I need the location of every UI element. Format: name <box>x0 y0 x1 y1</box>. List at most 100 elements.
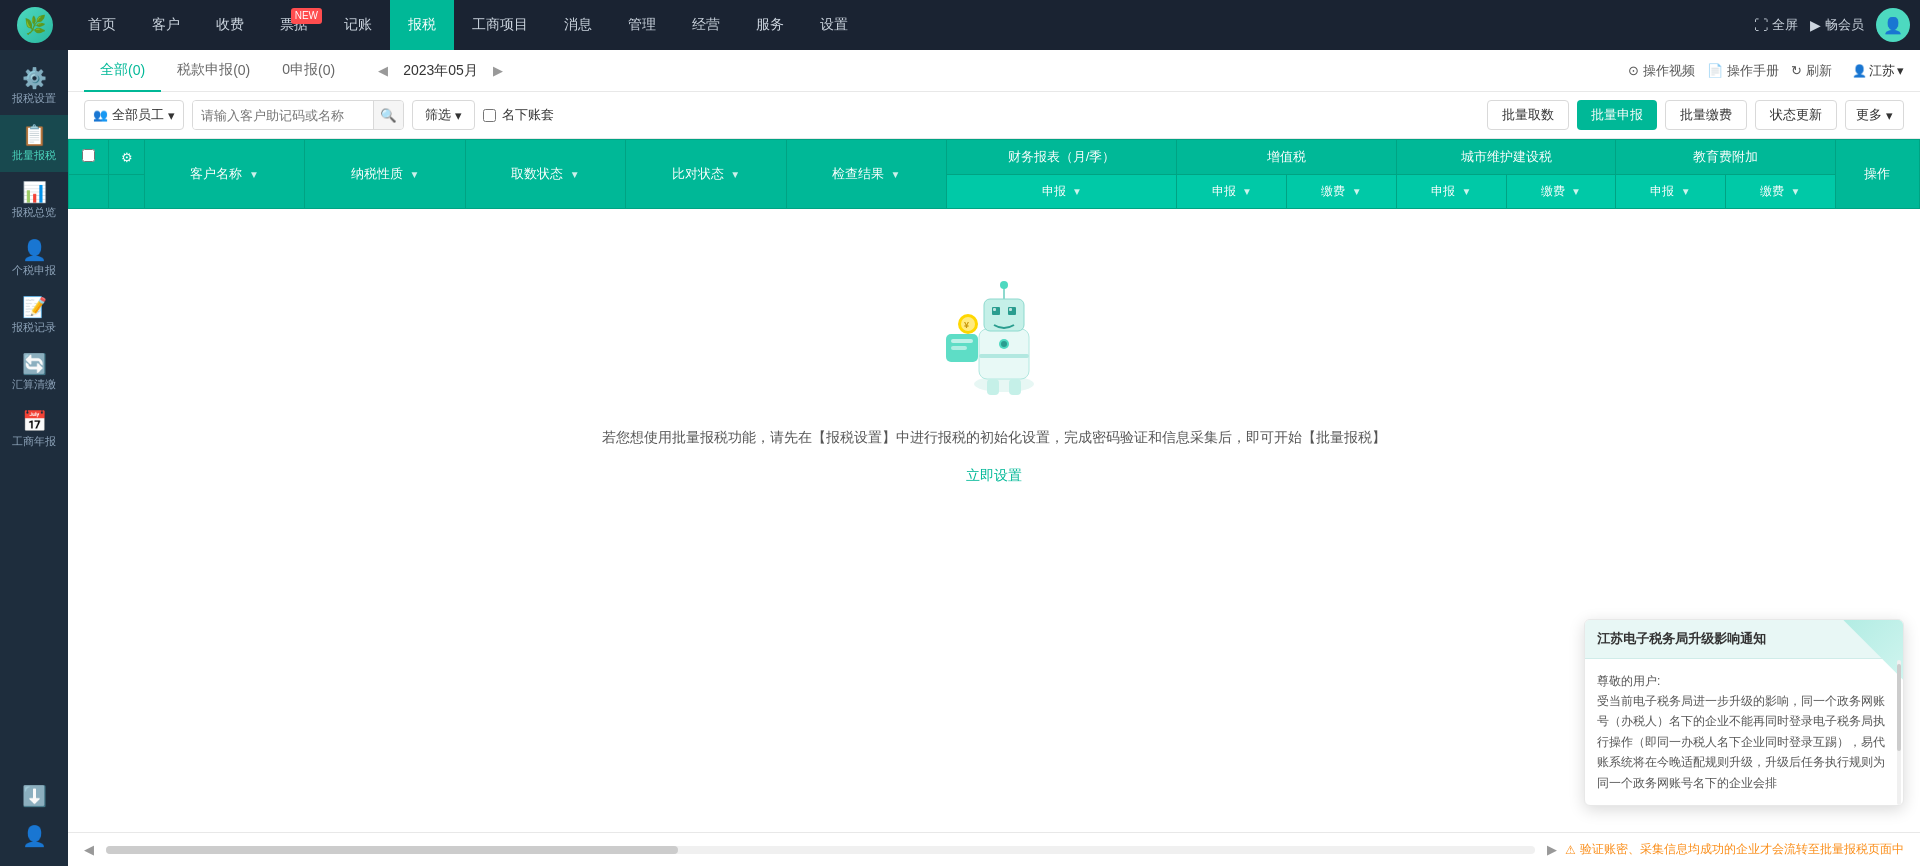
fullscreen-btn[interactable]: ⛶ 全屏 <box>1754 16 1798 34</box>
svg-rect-12 <box>1008 307 1016 315</box>
notif-scroll-thumb <box>1897 664 1901 751</box>
tab-zero-declaration[interactable]: 0申报(0) <box>266 50 351 92</box>
accounts-checkbox[interactable] <box>483 109 496 122</box>
setup-link[interactable]: 立即设置 <box>966 467 1022 485</box>
sidebar-item-user[interactable]: 👤 <box>0 816 68 856</box>
empty-state: ¥ <box>69 209 1920 545</box>
toolbar: 👥 全部员工 ▾ 🔍 筛选 ▾ 名下账套 批量取数 批量申报 批量缴费 状态更新 <box>68 92 1920 139</box>
chevron-down-icon: ▾ <box>1897 63 1904 78</box>
nav-operations[interactable]: 经营 <box>674 0 738 50</box>
svg-point-16 <box>1000 281 1008 289</box>
tabs-bar: 全部(0) 税款申报(0) 0申报(0) ◀ 2023年05月 ▶ ⊙ 操作视频… <box>68 50 1920 92</box>
operation-video-link[interactable]: ⊙ 操作视频 <box>1628 62 1695 80</box>
sidebar-bottom: ⬇️ 👤 <box>0 776 68 866</box>
th-vat-declare: 申报 ▼ <box>1177 175 1287 209</box>
svg-rect-19 <box>979 354 1029 358</box>
user-avatar[interactable]: 👤 <box>1876 8 1910 42</box>
sidebar: ⚙️ 报税设置 📋 批量报税 📊 报税总览 👤 个税申报 📝 报税记录 🔄 汇算… <box>0 50 68 866</box>
notification-panel: 江苏电子税务局升级影响通知 ✕ 尊敬的用户: 受当前电子税务局进一步升级的影响，… <box>1584 619 1904 806</box>
svg-rect-9 <box>984 299 1024 331</box>
th-city-tax: 城市维护建设税 <box>1396 140 1615 175</box>
sidebar-item-tax-overview[interactable]: 📊 报税总览 <box>0 172 68 229</box>
refresh-btn[interactable]: ↻ 刷新 <box>1791 62 1832 80</box>
annual-report-icon: 📅 <box>22 411 47 431</box>
notification-body: 尊敬的用户: 受当前电子税务局进一步升级的影响，同一个政务网账号（办税人）名下的… <box>1585 659 1903 805</box>
th-financial-report: 财务报表（月/季） <box>946 140 1176 175</box>
filter-chevron-icon: ▾ <box>455 108 462 123</box>
play-icon: ▶ <box>1810 17 1821 33</box>
checkbox-accounts[interactable]: 名下账套 <box>483 106 554 124</box>
data-table: ⚙ 客户名称 ▼ 纳税性质 ▼ 取数状态 ▼ 比对状态 ▼ 检查结果 ▼ 财务报… <box>68 139 1920 545</box>
next-month-btn[interactable]: ▶ <box>486 59 510 83</box>
settings-icon[interactable]: ⚙ <box>121 150 133 165</box>
app-logo[interactable]: 🌿 <box>10 7 60 43</box>
svg-rect-17 <box>987 379 999 395</box>
th-compare-status: 比对状态 ▼ <box>626 140 786 209</box>
personal-tax-icon: 👤 <box>22 240 47 260</box>
svg-rect-2 <box>951 339 973 343</box>
notification-scrollbar <box>1897 660 1901 805</box>
logo-icon: 🌿 <box>17 7 53 43</box>
nav-management[interactable]: 管理 <box>610 0 674 50</box>
scroll-left-btn[interactable]: ◀ <box>84 842 94 857</box>
member-btn[interactable]: ▶ 畅会员 <box>1810 16 1864 34</box>
th-operations: 操作 <box>1835 140 1919 209</box>
empty-message: 若您想使用批量报税功能，请先在【报税设置】中进行报税的初始化设置，完成密码验证和… <box>602 429 1386 447</box>
sidebar-item-settlement[interactable]: 🔄 汇算清缴 <box>0 344 68 401</box>
nav-service[interactable]: 服务 <box>738 0 802 50</box>
tab-all[interactable]: 全部(0) <box>84 50 161 92</box>
region-label: 江苏 <box>1869 62 1895 80</box>
nav-customer[interactable]: 客户 <box>134 0 198 50</box>
sidebar-item-batch-tax[interactable]: 📋 批量报税 <box>0 115 68 172</box>
nav-home[interactable]: 首页 <box>70 0 134 50</box>
nav-billing[interactable]: 收费 <box>198 0 262 50</box>
nav-accounting[interactable]: 记账 <box>326 0 390 50</box>
batch-fetch-button[interactable]: 批量取数 <box>1487 100 1569 130</box>
toolbar-right: 批量取数 批量申报 批量缴费 状态更新 更多 ▾ <box>1487 100 1904 130</box>
search-box: 🔍 <box>192 100 404 130</box>
batch-pay-button[interactable]: 批量缴费 <box>1665 100 1747 130</box>
th-tax-type: 纳税性质 ▼ <box>305 140 465 209</box>
th-sub-settings <box>109 175 145 209</box>
batch-declare-button[interactable]: 批量申报 <box>1577 100 1657 130</box>
nav-message[interactable]: 消息 <box>546 0 610 50</box>
th-financial-declare: 申报 ▼ <box>946 175 1176 209</box>
nav-industry[interactable]: 工商项目 <box>454 0 546 50</box>
search-input[interactable] <box>193 101 373 129</box>
nav-invoice[interactable]: 票据 NEW <box>262 0 326 50</box>
employee-select[interactable]: 👥 全部员工 ▾ <box>84 100 184 130</box>
nav-tax[interactable]: 报税 <box>390 0 454 50</box>
sidebar-item-tax-records[interactable]: 📝 报税记录 <box>0 287 68 344</box>
scrollbar-thumb <box>106 846 678 854</box>
notification-title: 江苏电子税务局升级影响通知 <box>1597 630 1766 648</box>
employee-icon: 👥 <box>93 108 108 122</box>
sidebar-item-tax-settings[interactable]: ⚙️ 报税设置 <box>0 58 68 115</box>
nav-settings[interactable]: 设置 <box>802 0 866 50</box>
date-navigation: ◀ 2023年05月 ▶ <box>371 59 510 83</box>
svg-text:¥: ¥ <box>964 320 969 330</box>
tax-settings-icon: ⚙️ <box>22 68 47 88</box>
th-sub-check <box>69 175 109 209</box>
status-update-button[interactable]: 状态更新 <box>1755 100 1837 130</box>
search-button[interactable]: 🔍 <box>373 100 403 130</box>
th-city-pay: 缴费 ▼ <box>1506 175 1616 209</box>
operation-manual-link[interactable]: 📄 操作手册 <box>1707 62 1779 80</box>
scroll-right-btn[interactable]: ▶ <box>1547 842 1557 857</box>
empty-row: ¥ <box>69 209 1920 546</box>
filter-button[interactable]: 筛选 ▾ <box>412 100 475 130</box>
sidebar-item-annual-report[interactable]: 📅 工商年报 <box>0 401 68 458</box>
sidebar-item-personal-tax[interactable]: 👤 个税申报 <box>0 230 68 287</box>
horizontal-scrollbar[interactable] <box>106 846 1535 854</box>
tab-tax-declaration[interactable]: 税款申报(0) <box>161 50 266 92</box>
notif-content: 受当前电子税务局进一步升级的影响，同一个政务网账号（办税人）名下的企业不能再同时… <box>1597 691 1891 793</box>
th-education-surcharge: 教育费附加 <box>1616 140 1835 175</box>
robot-illustration: ¥ <box>924 269 1064 409</box>
more-button[interactable]: 更多 ▾ <box>1845 100 1904 130</box>
th-edu-declare: 申报 ▼ <box>1616 175 1726 209</box>
dropdown-icon: ▾ <box>168 108 175 123</box>
region-selector[interactable]: 👤 江苏 ▾ <box>1852 62 1904 80</box>
prev-month-btn[interactable]: ◀ <box>371 59 395 83</box>
sidebar-item-download[interactable]: ⬇️ <box>0 776 68 816</box>
th-city-declare: 申报 ▼ <box>1396 175 1506 209</box>
select-all-checkbox[interactable] <box>82 149 95 162</box>
